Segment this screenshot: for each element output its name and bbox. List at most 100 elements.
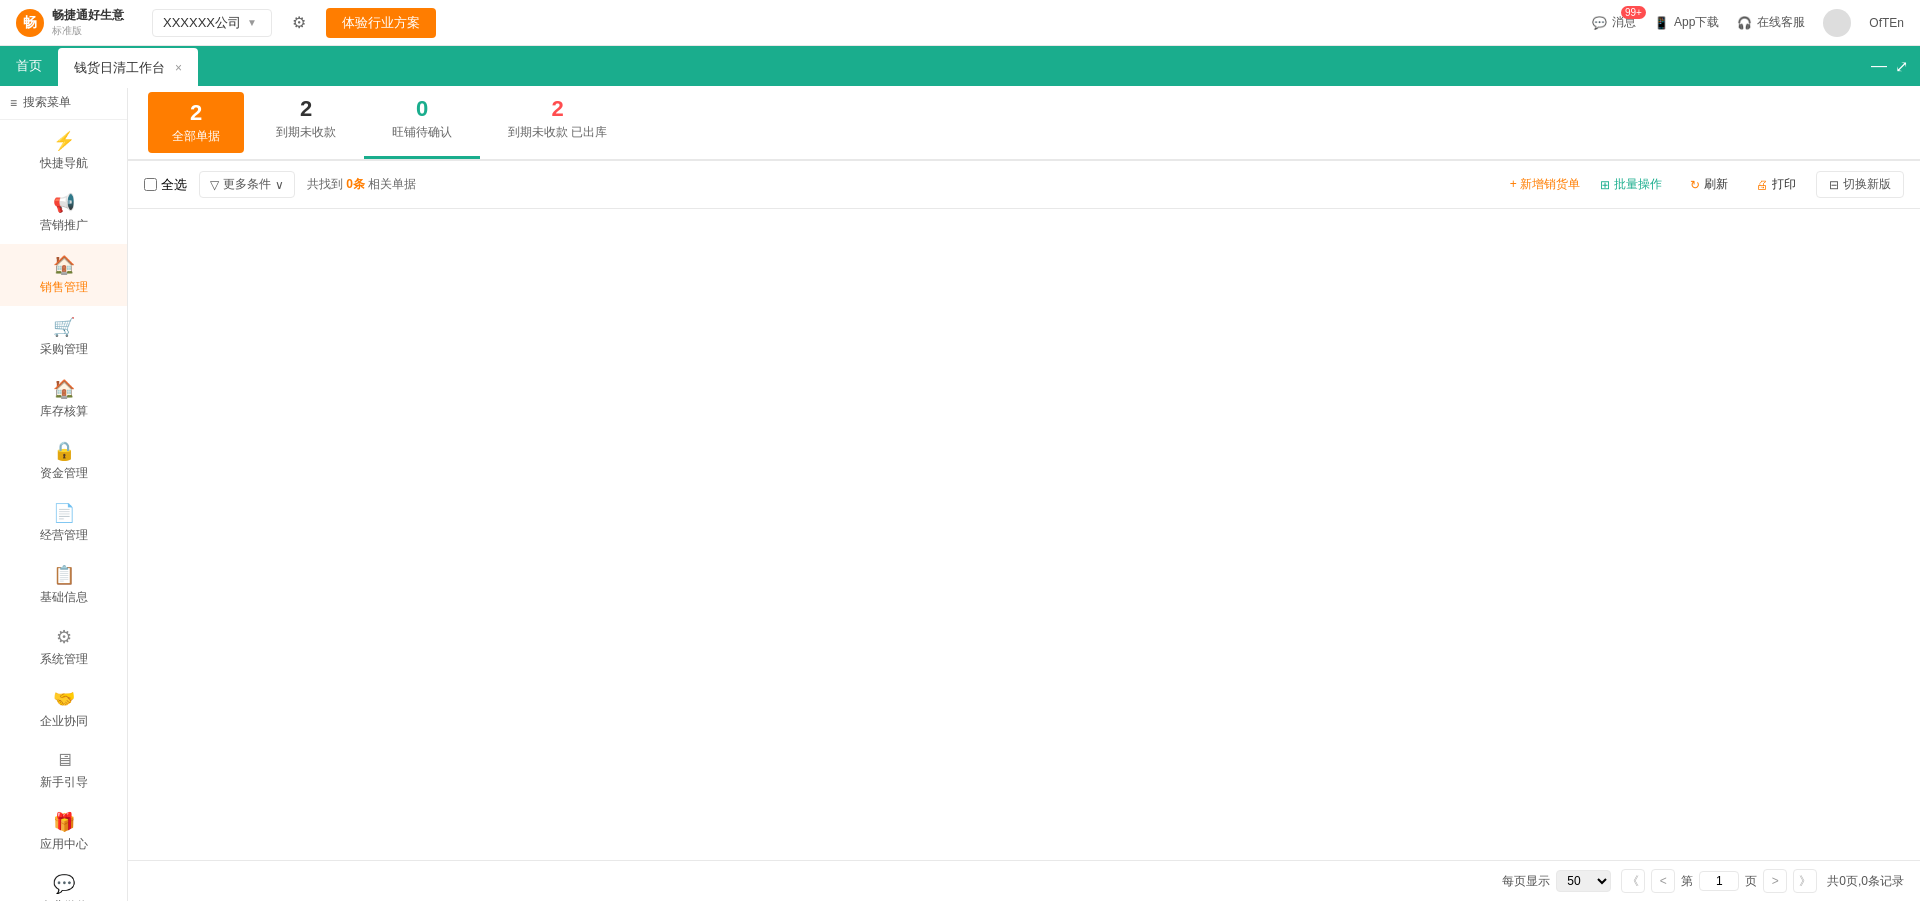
main-layout: ≡ 搜索菜单 ⚡ 快捷导航 📢 营销推广 🏠 销售管理 🛒 采购管理 🏠 库存核… [0, 86, 1920, 901]
stats-tabs: 2 全部单据 2 到期未收款 0 旺铺待确认 2 到期未收款 已出 [128, 86, 1920, 160]
page-navigation: 《 < 第 页 > 》 [1621, 869, 1817, 893]
stats-tabs-container: 2 全部单据 2 到期未收款 0 旺铺待确认 2 到期未收款 已出 [128, 86, 1920, 161]
caigou-icon: 🛒 [53, 316, 75, 338]
app-download-button[interactable]: 📱 App下载 [1654, 14, 1719, 31]
page-input[interactable] [1699, 871, 1739, 891]
stats-tab-overdue[interactable]: 2 到期未收款 [248, 86, 364, 159]
app-download-label: App下载 [1674, 14, 1719, 31]
first-page-button[interactable]: 《 [1621, 869, 1645, 893]
sidebar-item-zijin[interactable]: 🔒 资金管理 [0, 430, 127, 492]
new-order-label: + 新增销货单 [1510, 176, 1580, 193]
zijin-icon: 🔒 [53, 440, 75, 462]
print-button[interactable]: 🖨 打印 [1748, 172, 1804, 197]
sidebar-item-yingyong[interactable]: 🎁 应用中心 [0, 801, 127, 863]
sidebar-item-weixin[interactable]: 💬 企业微信 [0, 863, 127, 901]
stats-shipped-label: 到期未收款 已出库 [508, 124, 607, 141]
app-download-icon: 📱 [1654, 16, 1669, 30]
last-page-icon: 》 [1799, 873, 1811, 890]
new-order-button[interactable]: + 新增销货单 [1510, 176, 1580, 193]
per-page-label: 每页显示 [1502, 873, 1550, 890]
next-page-icon: > [1772, 874, 1779, 888]
content-area: 2 全部单据 2 到期未收款 0 旺铺待确认 2 到期未收款 已出 [128, 86, 1920, 901]
tab-close-icon[interactable]: × [175, 61, 182, 75]
stats-tab-all[interactable]: 2 全部单据 [148, 92, 244, 153]
sidebar-item-caigou[interactable]: 🛒 采购管理 [0, 306, 127, 368]
page-suffix: 页 [1745, 873, 1757, 890]
toolbar-left: 全选 ▽ 更多条件 ∨ 共找到 0条 相关单据 [144, 171, 1498, 198]
online-service-label: 在线客服 [1757, 14, 1805, 31]
avatar-name: OfTEn [1869, 16, 1904, 30]
sidebar-item-yingxiao[interactable]: 📢 营销推广 [0, 182, 127, 244]
print-label: 打印 [1772, 176, 1796, 193]
sidebar-item-jichu[interactable]: 📋 基础信息 [0, 554, 127, 616]
minimize-icon[interactable]: — [1871, 57, 1887, 75]
sidebar-item-xinshou[interactable]: 🖥 新手引导 [0, 740, 127, 801]
first-page-icon: 《 [1627, 873, 1639, 890]
settings-icon[interactable]: ⚙ [284, 8, 314, 38]
message-button[interactable]: 💬 消息 99+ [1592, 14, 1636, 31]
yingxiao-icon: 📢 [53, 192, 75, 214]
top-header: 畅 畅捷通好生意 标准版 XXXXXX公司 ▼ ⚙ 体验行业方案 💬 消息 99… [0, 0, 1920, 46]
company-name: XXXXXX公司 [163, 14, 241, 32]
tab-home[interactable]: 首页 [0, 46, 58, 86]
per-page-select[interactable]: 50 100 200 [1556, 870, 1611, 892]
active-tab-label: 钱货日清工作台 [74, 59, 165, 77]
stats-pending-label: 旺铺待确认 [392, 124, 452, 141]
toolbar: 全选 ▽ 更多条件 ∨ 共找到 0条 相关单据 + 新增销货单 ⊞ [128, 161, 1920, 209]
prev-page-button[interactable]: < [1651, 869, 1675, 893]
per-page-selector: 每页显示 50 100 200 [1502, 870, 1611, 892]
select-all-input[interactable] [144, 178, 157, 191]
stats-overdue-num: 2 [300, 96, 312, 122]
message-icon: 💬 [1592, 16, 1607, 30]
last-page-button[interactable]: 》 [1793, 869, 1817, 893]
header-center: ⚙ 体验行业方案 [284, 8, 1592, 38]
refresh-icon: ↻ [1690, 178, 1700, 192]
xinshou-icon: 🖥 [55, 750, 73, 771]
sidebar-item-kuaijie[interactable]: ⚡ 快捷导航 [0, 120, 127, 182]
select-all-checkbox[interactable]: 全选 [144, 176, 187, 194]
tab-qinghuori[interactable]: 钱货日清工作台 × [58, 48, 198, 88]
batch-label: 批量操作 [1614, 176, 1662, 193]
switch-label: 切换新版 [1843, 176, 1891, 193]
avatar[interactable] [1823, 9, 1851, 37]
switch-icon: ⊟ [1829, 178, 1839, 192]
company-selector[interactable]: XXXXXX公司 ▼ [152, 9, 272, 37]
found-count: 0条 [346, 177, 365, 191]
stats-all-label: 全部单据 [172, 128, 220, 145]
refresh-button[interactable]: ↻ 刷新 [1682, 172, 1736, 197]
search-menu-label: 搜索菜单 [23, 94, 71, 111]
tab-bar: 首页 钱货日清工作台 × — ⤢ [0, 46, 1920, 86]
try-plan-button[interactable]: 体验行业方案 [326, 8, 436, 38]
search-menu-item[interactable]: ≡ 搜索菜单 [0, 86, 127, 120]
message-badge: 99+ [1621, 6, 1646, 19]
next-page-button[interactable]: > [1763, 869, 1787, 893]
online-service-button[interactable]: 🎧 在线客服 [1737, 14, 1805, 31]
sidebar-item-xitong[interactable]: ⚙ 系统管理 [0, 616, 127, 678]
filter-label: 更多条件 [223, 176, 271, 193]
batch-icon: ⊞ [1600, 178, 1610, 192]
jingying-icon: 📄 [53, 502, 75, 524]
stats-pending-num: 0 [416, 96, 428, 122]
app-subtitle: 标准版 [52, 24, 124, 37]
sidebar-item-kucun[interactable]: 🏠 库存核算 [0, 368, 127, 430]
sidebar-item-xiaoshou[interactable]: 🏠 销售管理 [0, 244, 127, 306]
prev-page-icon: < [1660, 874, 1667, 888]
sidebar-item-jingying[interactable]: 📄 经营管理 [0, 492, 127, 554]
search-icon: ≡ [10, 96, 17, 110]
weixin-icon: 💬 [53, 873, 75, 895]
stats-tab-pending[interactable]: 0 旺铺待确认 [364, 86, 480, 159]
batch-operation-button[interactable]: ⊞ 批量操作 [1592, 172, 1670, 197]
maximize-icon[interactable]: ⤢ [1895, 57, 1908, 76]
kuaijie-icon: ⚡ [53, 130, 75, 152]
filter-icon: ▽ [210, 178, 219, 192]
toolbar-right: + 新增销货单 ⊞ 批量操作 ↻ 刷新 🖨 打印 ⊟ 切换新版 [1510, 171, 1904, 198]
filter-button[interactable]: ▽ 更多条件 ∨ [199, 171, 295, 198]
stats-shipped-num: 2 [552, 96, 564, 122]
sidebar-item-qiye[interactable]: 🤝 企业协同 [0, 678, 127, 740]
switch-version-button[interactable]: ⊟ 切换新版 [1816, 171, 1904, 198]
stats-tab-shipped[interactable]: 2 到期未收款 已出库 [480, 86, 635, 159]
kucun-icon: 🏠 [53, 378, 75, 400]
jichu-icon: 📋 [53, 564, 75, 586]
logo-area: 畅 畅捷通好生意 标准版 [16, 8, 144, 37]
xiaoshou-icon: 🏠 [53, 254, 75, 276]
